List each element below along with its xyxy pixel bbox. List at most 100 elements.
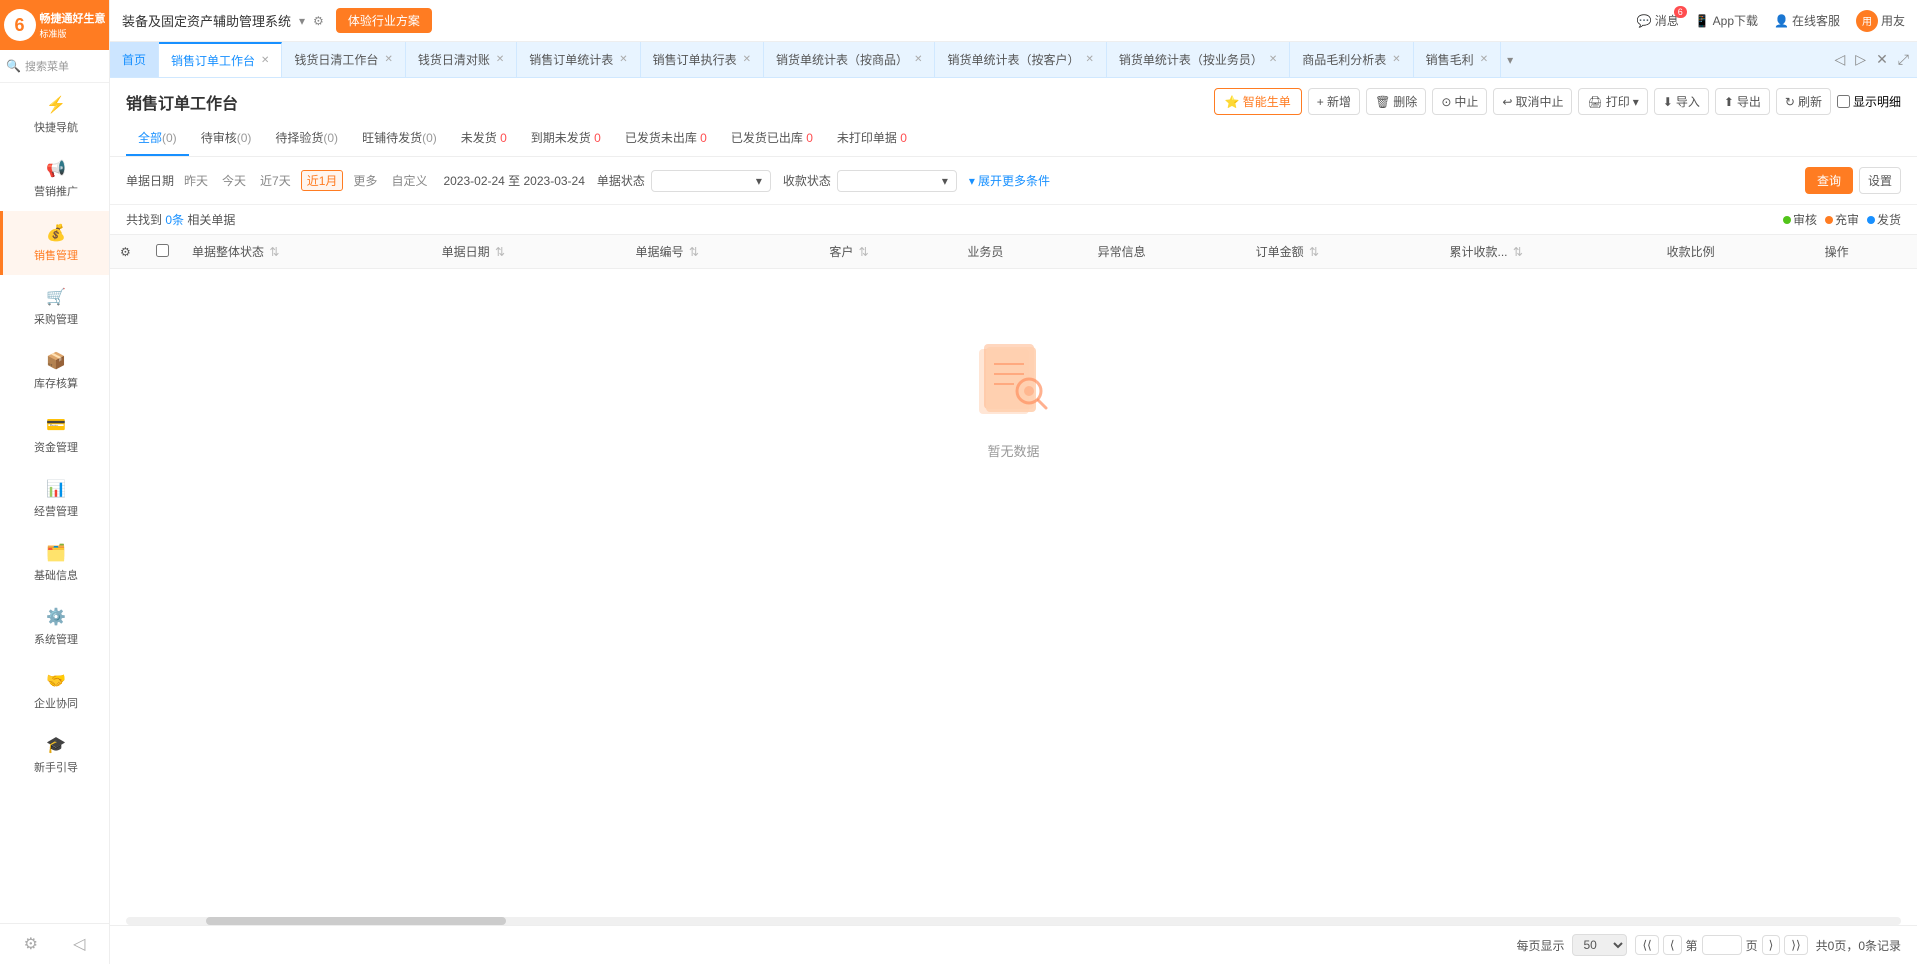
th-amount[interactable]: 订单金额 ⇅ [1246,235,1440,269]
tab-sales-stat-close[interactable]: ✕ [619,54,627,65]
tab-home[interactable]: 首页 [110,42,159,78]
sub-tab-expired[interactable]: 到期未发货 0 [519,121,613,156]
sub-tab-not-printed[interactable]: 未打印单据 0 [825,121,919,156]
sub-tab-shipped-not-out[interactable]: 已发货未出库 0 [613,121,719,156]
horizontal-scrollbar[interactable] [126,917,1901,925]
shortcut-1month[interactable]: 近1月 [301,170,344,191]
online-service-button[interactable]: 👤 在线客服 [1774,12,1840,29]
user-button[interactable]: 用 用友 [1856,10,1905,32]
settings-icon[interactable]: ⚙ [24,934,38,954]
export-button[interactable]: ⬆ 导出 [1715,88,1770,115]
sidebar-item-finance[interactable]: 💳 资金管理 [0,403,109,467]
query-button[interactable]: 查询 [1805,167,1853,194]
first-page-btn[interactable]: ⟨⟨ [1635,935,1658,955]
delete-button[interactable]: 🗑 删除 [1366,88,1426,115]
tab-sales-exec[interactable]: 销售订单执行表 ✕ [641,42,764,78]
sidebar-item-purchase[interactable]: 🛒 采购管理 [0,275,109,339]
trial-button[interactable]: 体验行业方案 [336,8,432,33]
sidebar-search[interactable]: 🔍 搜索菜单 [0,50,109,83]
tab-close-all-btn[interactable]: ✕ [1872,49,1892,70]
sub-tab-pending-check[interactable]: 待择验货(0) [263,121,350,156]
shortcut-7days[interactable]: 近7天 [256,170,295,191]
tab-sales-order-close[interactable]: ✕ [261,55,269,66]
shortcut-custom[interactable]: 自定义 [387,170,431,191]
tab-sales-customer[interactable]: 销货单统计表（按客户） ✕ [935,42,1106,78]
app-download-button[interactable]: 📱 App下载 [1695,12,1758,29]
sub-tab-not-shipped[interactable]: 未发货 0 [449,121,519,156]
tab-maximize-btn[interactable]: ⤢ [1894,49,1913,70]
per-page-select[interactable]: 50 100 200 [1572,934,1627,956]
topbar-dropdown-icon[interactable]: ▾ [299,14,305,28]
status-select[interactable]: ▾ [651,170,771,192]
smart-order-button[interactable]: ⭐ 智能生单 [1214,88,1302,115]
tab-margin-stat[interactable]: 商品毛利分析表 ✕ [1290,42,1413,78]
per-page-label: 每页显示 [1516,937,1564,954]
refresh-button[interactable]: ↻ 刷新 [1776,88,1831,115]
next-page-btn[interactable]: ⟩ [1762,935,1781,955]
tab-sales-prod[interactable]: 销货单统计表（按商品） ✕ [764,42,935,78]
tab-sales-staff-close[interactable]: ✕ [1269,54,1277,65]
show-detail-toggle[interactable]: 显示明细 [1837,93,1901,110]
tab-sales-exec-close[interactable]: ✕ [743,54,751,65]
last-page-btn[interactable]: ⟩⟩ [1784,935,1807,955]
tab-cash-daily[interactable]: 钱货日清工作台 ✕ [282,42,405,78]
th-date[interactable]: 单据日期 ⇅ [432,235,626,269]
expand-conditions-btn[interactable]: ▾ 展开更多条件 [969,172,1050,189]
th-staff[interactable]: 业务员 [957,235,1087,269]
tab-sales-staff[interactable]: 销货单统计表（按业务员） ✕ [1107,42,1290,78]
tab-sales-gross[interactable]: 销售毛利 ✕ [1414,42,1501,78]
tab-sales-customer-close[interactable]: ✕ [1085,54,1093,65]
tab-sales-order[interactable]: 销售订单工作台 ✕ [159,42,282,78]
tab-sales-stat[interactable]: 销售订单统计表 ✕ [517,42,640,78]
shortcut-today[interactable]: 今天 [218,170,250,191]
sidebar-item-enterprise[interactable]: 🤝 企业协同 [0,659,109,723]
reject-batch-btn[interactable]: 充审 [1825,211,1859,228]
cancel-stop-button[interactable]: ↩ 取消中止 [1493,88,1572,115]
gear-icon[interactable]: ⚙ [313,14,324,28]
sub-tab-shipped-out[interactable]: 已发货已出库 0 [719,121,825,156]
shortcut-yesterday[interactable]: 昨天 [180,170,212,191]
collapse-icon[interactable]: ◁ [73,934,85,954]
ship-batch-btn[interactable]: 发货 [1867,211,1901,228]
settings-button[interactable]: 设置 [1859,167,1901,194]
tab-cash-reconcile-close[interactable]: ✕ [496,54,504,65]
shortcut-more[interactable]: 更多 [349,170,381,191]
sidebar-item-inventory[interactable]: 📦 库存核算 [0,339,109,403]
sidebar-item-marketing[interactable]: 📢 营销推广 [0,147,109,211]
sidebar-item-basic[interactable]: 🗂️ 基础信息 [0,531,109,595]
sub-tab-all[interactable]: 全部(0) [126,121,189,156]
tab-sales-gross-close[interactable]: ✕ [1480,54,1488,65]
th-checkbox[interactable] [146,235,182,269]
payment-select[interactable]: ▾ [837,170,957,192]
sidebar-item-operation[interactable]: 📊 经营管理 [0,467,109,531]
th-collected[interactable]: 累计收款... ⇅ [1439,235,1656,269]
message-button[interactable]: 💬 6 消息 [1637,12,1679,29]
sidebar-item-quick[interactable]: ⚡ 快捷导航 [0,83,109,147]
sidebar-item-newbie[interactable]: 🎓 新手引导 [0,723,109,787]
sub-tab-pending-review[interactable]: 待审核(0) [189,121,264,156]
tab-margin-stat-close[interactable]: ✕ [1392,54,1400,65]
th-status[interactable]: 单据整体状态 ⇅ [182,235,432,269]
th-customer[interactable]: 客户 ⇅ [819,235,957,269]
prev-page-btn[interactable]: ⟨ [1663,935,1682,955]
select-all-checkbox[interactable] [156,244,169,257]
sub-tab-wangpu[interactable]: 旺铺待发货(0) [350,121,449,156]
sidebar-item-sales[interactable]: 💰 销售管理 [0,211,109,275]
tab-overflow-btn[interactable]: ▾ [1501,53,1519,67]
tab-cash-reconcile[interactable]: 钱货日清对账 ✕ [406,42,517,78]
tab-prev-btn[interactable]: ◁ [1831,49,1850,70]
stop-button[interactable]: ⊙ 中止 [1432,88,1487,115]
scroll-thumb[interactable] [206,917,506,925]
tab-sales-prod-close[interactable]: ✕ [914,54,922,65]
show-detail-checkbox[interactable] [1837,95,1850,108]
sidebar-item-system[interactable]: ⚙️ 系统管理 [0,595,109,659]
tab-cash-daily-close[interactable]: ✕ [384,54,392,65]
tab-next-btn[interactable]: ▷ [1851,49,1870,70]
print-button[interactable]: 🖨 打印 ▾ [1578,88,1647,115]
page-number-input[interactable]: 1 [1702,935,1742,955]
review-batch-btn[interactable]: 审核 [1783,211,1817,228]
th-number[interactable]: 单据编号 ⇅ [625,235,819,269]
import-button[interactable]: ⬇ 导入 [1654,88,1709,115]
th-exception[interactable]: 异常信息 [1088,235,1246,269]
add-button[interactable]: + 新增 [1308,88,1360,115]
